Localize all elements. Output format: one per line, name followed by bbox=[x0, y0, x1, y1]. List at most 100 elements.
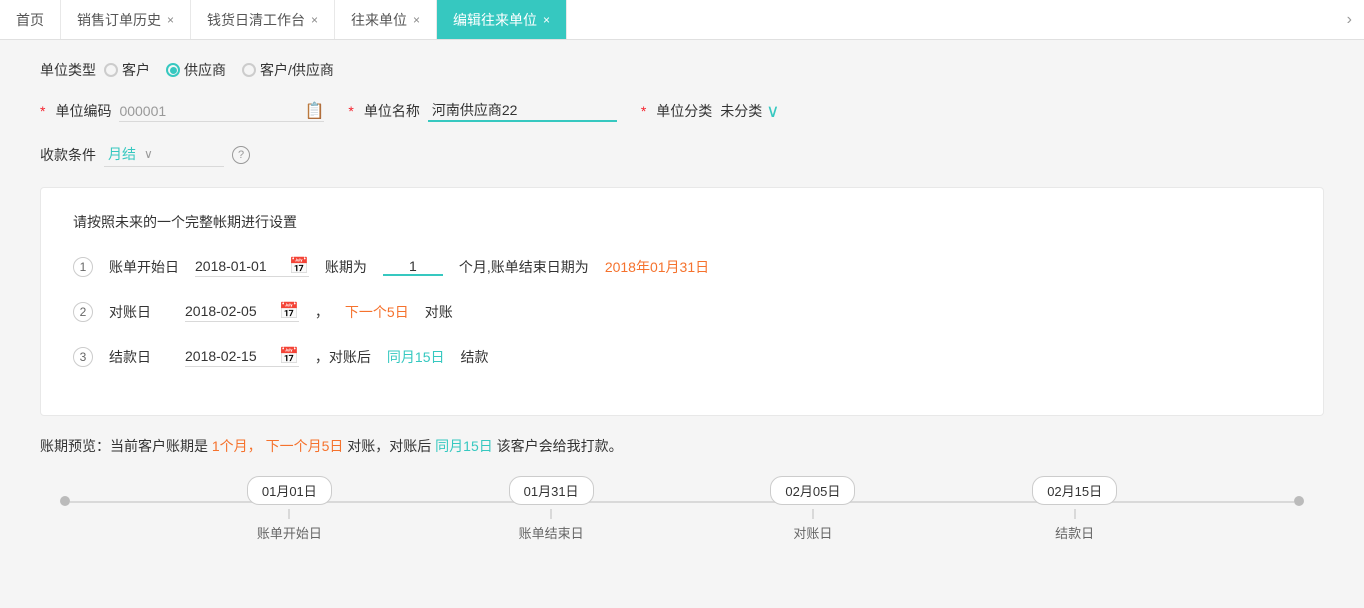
unit-type-radio-group: 客户 供应商 客户/供应商 bbox=[104, 60, 334, 80]
radio-customer-circle bbox=[104, 63, 118, 77]
tab-home-label: 首页 bbox=[16, 10, 44, 30]
tab-partner-units-label: 往来单位 bbox=[351, 10, 407, 30]
close-edit-partner-icon[interactable]: × bbox=[543, 14, 550, 26]
timeline-label-3: 对账日 bbox=[793, 523, 832, 542]
calendar-icon-1[interactable]: 📅 bbox=[289, 256, 309, 276]
unit-classify-label: 单位分类 bbox=[656, 101, 712, 121]
tab-edit-partner-label: 编辑往来单位 bbox=[453, 10, 537, 30]
unit-info-row: * 单位编码 📋 * 单位名称 * 单位分类 未分类 ∨ bbox=[40, 100, 1324, 122]
preview-part5: 该客户会给我打款。 bbox=[497, 438, 623, 454]
calendar-icon-3[interactable]: 📅 bbox=[279, 346, 299, 366]
tab-home[interactable]: 首页 bbox=[0, 0, 61, 39]
period-label-2: 对账日 bbox=[109, 302, 169, 322]
collect-condition-row: 收款条件 月结 ∨ ? bbox=[40, 142, 1324, 167]
period-note-1-prefix: 账期为 bbox=[325, 257, 367, 277]
radio-customer[interactable]: 客户 bbox=[104, 60, 150, 80]
calendar-icon-2[interactable]: 📅 bbox=[279, 301, 299, 321]
tab-sales-history[interactable]: 销售订单历史 × bbox=[61, 0, 191, 39]
page-content: 单位类型 客户 供应商 客户/供应商 * 单位编码 bbox=[0, 40, 1364, 608]
date-input-1[interactable] bbox=[195, 258, 285, 274]
timeline-point-4: 02月15日 结款日 bbox=[1032, 476, 1117, 542]
unit-code-input[interactable] bbox=[119, 103, 300, 119]
timeline-points-row: 01月01日 账单开始日 01月31日 账单结束日 02月05日 对账日 02月… bbox=[60, 476, 1304, 542]
close-cash-workbench-icon[interactable]: × bbox=[311, 14, 318, 26]
timeline-point-2: 01月31日 账单结束日 bbox=[509, 476, 594, 542]
preview-prefix: 账期预览：当前客户账期是 bbox=[40, 438, 208, 454]
collect-condition-value: 月结 bbox=[104, 142, 140, 166]
unit-code-copy-icon[interactable]: 📋 bbox=[304, 101, 324, 121]
radio-both-label: 客户/供应商 bbox=[260, 60, 334, 80]
unit-classify-select[interactable]: 未分类 ∨ bbox=[720, 101, 779, 122]
step-2-num: 2 bbox=[73, 302, 93, 322]
period-note-1-suffix: 个月,账单结束日期为 bbox=[459, 257, 589, 277]
period-row-3: 3 结款日 📅 ，对账后 同月15日 结款 bbox=[73, 346, 1291, 367]
period-title: 请按照未来的一个完整帐期进行设置 bbox=[73, 212, 1291, 232]
unit-code-label: 单位编码 bbox=[55, 101, 111, 121]
timeline-label-2: 账单结束日 bbox=[519, 523, 584, 542]
timeline-label-1: 账单开始日 bbox=[257, 523, 322, 542]
period-label-1: 账单开始日 bbox=[109, 257, 179, 277]
collect-condition-item: 收款条件 月结 ∨ ? bbox=[40, 142, 250, 167]
date-input-3-wrap: 📅 bbox=[185, 346, 299, 367]
radio-supplier-label: 供应商 bbox=[184, 60, 226, 80]
timeline-point-3: 02月05日 对账日 bbox=[770, 476, 855, 542]
unit-name-item: * 单位名称 bbox=[348, 100, 616, 122]
preview-part4: 同月15日 bbox=[435, 438, 493, 454]
timeline-badge-2: 01月31日 bbox=[509, 476, 594, 505]
step-1-num: 1 bbox=[73, 257, 93, 277]
timeline-label-4: 结款日 bbox=[1055, 523, 1094, 542]
timeline-badge-4: 02月15日 bbox=[1032, 476, 1117, 505]
tl-v-line-3 bbox=[812, 509, 814, 519]
period-end-date: 2018年01月31日 bbox=[605, 257, 709, 277]
classify-dropdown-icon: ∨ bbox=[766, 101, 779, 122]
preview-text: 账期预览：当前客户账期是 1个月， 下一个月5日 对账，对账后 同月15日 该客… bbox=[40, 436, 1324, 456]
period-settings-box: 请按照未来的一个完整帐期进行设置 1 账单开始日 📅 账期为 个月,账单结束日期… bbox=[40, 187, 1324, 416]
unit-type-row: 单位类型 客户 供应商 客户/供应商 bbox=[40, 60, 1324, 80]
preview-part1: 1个月， bbox=[212, 438, 262, 454]
period-note-3-suffix: 结款 bbox=[461, 347, 489, 367]
unit-classify-required: * bbox=[641, 103, 646, 119]
unit-name-label: 单位名称 bbox=[364, 101, 420, 121]
unit-code-required: * bbox=[40, 103, 45, 119]
tl-end-circle bbox=[1294, 496, 1304, 506]
tl-start-circle bbox=[60, 496, 70, 506]
timeline-container: 01月01日 账单开始日 01月31日 账单结束日 02月05日 对账日 02月… bbox=[40, 476, 1324, 542]
period-note-2-orange: 下一个5日 bbox=[345, 302, 409, 322]
tab-more-button[interactable]: › bbox=[1335, 11, 1364, 29]
tl-v-line-2 bbox=[550, 509, 552, 519]
step-3-num: 3 bbox=[73, 347, 93, 367]
timeline-start-dot bbox=[60, 476, 70, 506]
date-input-1-wrap: 📅 bbox=[195, 256, 309, 277]
tab-partner-units[interactable]: 往来单位 × bbox=[335, 0, 437, 39]
radio-both-circle bbox=[242, 63, 256, 77]
timeline-badge-3: 02月05日 bbox=[770, 476, 855, 505]
close-partner-units-icon[interactable]: × bbox=[413, 14, 420, 26]
collect-condition-help-icon[interactable]: ? bbox=[232, 146, 250, 164]
period-months-input[interactable] bbox=[383, 258, 443, 276]
timeline-end-dot bbox=[1294, 476, 1304, 506]
close-sales-history-icon[interactable]: × bbox=[167, 14, 174, 26]
unit-name-input[interactable] bbox=[428, 100, 617, 122]
radio-supplier[interactable]: 供应商 bbox=[166, 60, 226, 80]
tabs-bar: 首页 销售订单历史 × 钱货日清工作台 × 往来单位 × 编辑往来单位 × › bbox=[0, 0, 1364, 40]
unit-code-input-wrap: 📋 bbox=[119, 101, 324, 122]
preview-part3: 对账，对账后 bbox=[347, 438, 435, 454]
collect-condition-label: 收款条件 bbox=[40, 145, 96, 165]
collect-condition-select[interactable]: 月结 ∨ bbox=[104, 142, 224, 167]
tab-cash-workbench-label: 钱货日清工作台 bbox=[207, 10, 305, 30]
period-note-3-teal: 同月15日 bbox=[387, 347, 445, 367]
tab-cash-workbench[interactable]: 钱货日清工作台 × bbox=[191, 0, 335, 39]
unit-code-item: * 单位编码 📋 bbox=[40, 101, 324, 122]
period-row-1: 1 账单开始日 📅 账期为 个月,账单结束日期为 2018年01月31日 bbox=[73, 256, 1291, 277]
date-input-3[interactable] bbox=[185, 348, 275, 364]
tab-edit-partner[interactable]: 编辑往来单位 × bbox=[437, 0, 567, 39]
radio-both[interactable]: 客户/供应商 bbox=[242, 60, 334, 80]
unit-classify-item: * 单位分类 未分类 ∨ bbox=[641, 101, 780, 122]
unit-classify-value: 未分类 bbox=[720, 101, 762, 121]
tl-v-line-4 bbox=[1074, 509, 1076, 519]
radio-supplier-circle bbox=[166, 63, 180, 77]
radio-customer-label: 客户 bbox=[122, 60, 150, 80]
period-label-3: 结款日 bbox=[109, 347, 169, 367]
date-input-2[interactable] bbox=[185, 303, 275, 319]
period-note-2: ， bbox=[315, 302, 329, 322]
